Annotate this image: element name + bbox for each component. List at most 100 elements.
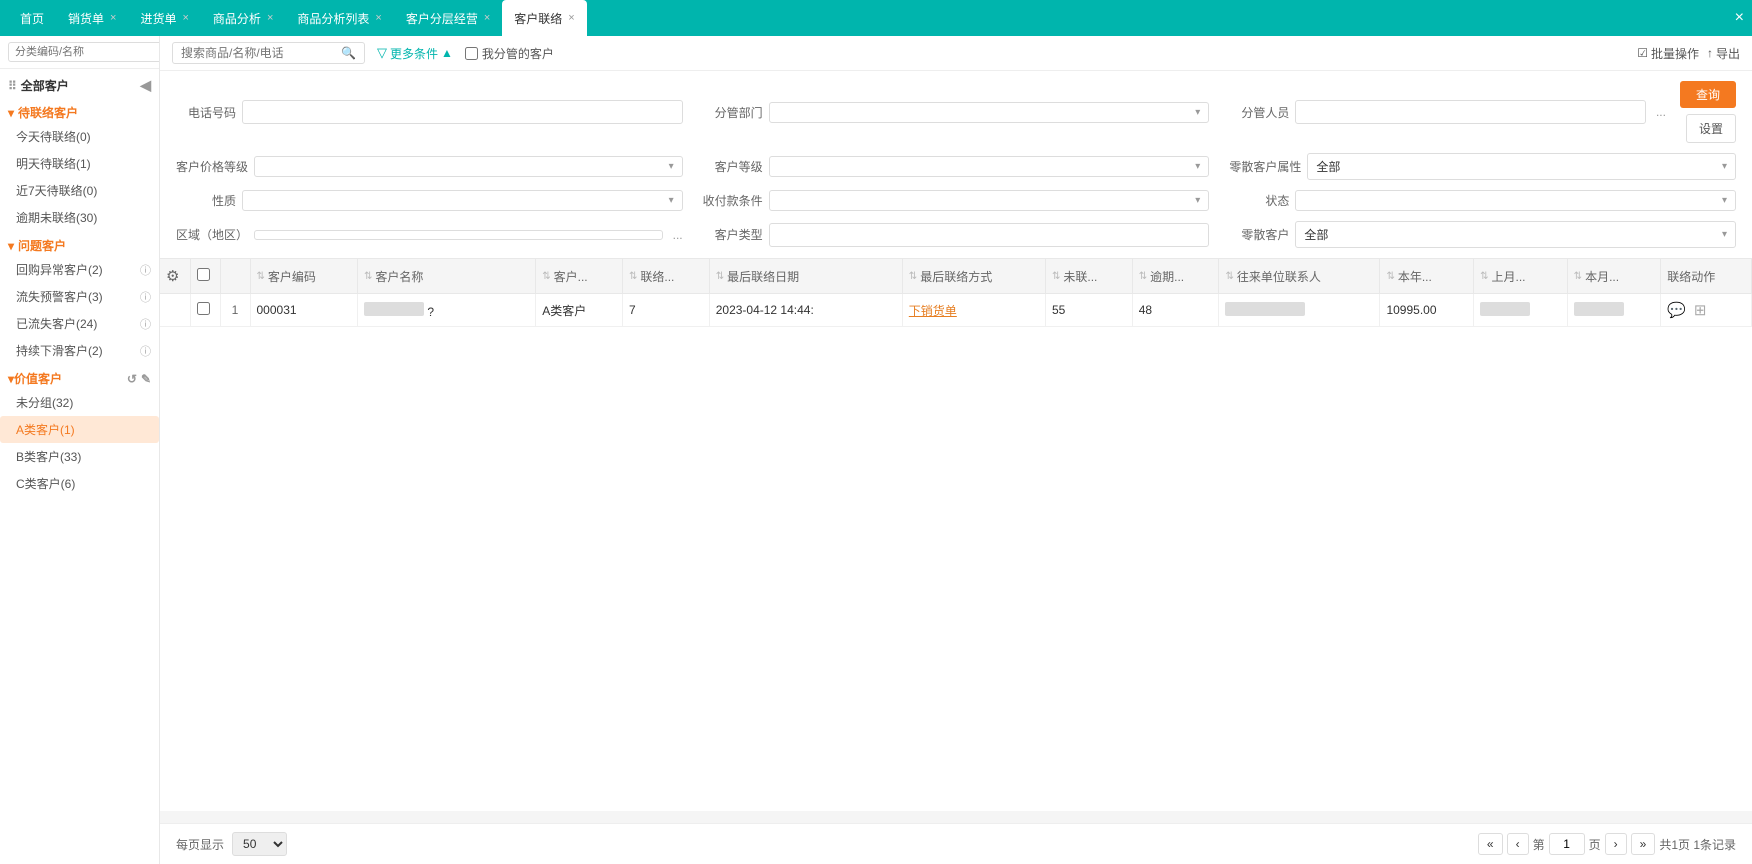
sidebar-item-churned[interactable]: 已流失客户(24) ⓘ: [0, 310, 159, 337]
close-sales-tab[interactable]: ×: [110, 12, 116, 24]
dept-select[interactable]: ▾: [769, 102, 1210, 123]
col-sort-icon9[interactable]: ⇅: [1225, 271, 1233, 282]
retail-select[interactable]: 全部 ▾: [1295, 221, 1736, 248]
page-input[interactable]: [1549, 833, 1585, 855]
batch-ops-button[interactable]: ☑ 批量操作: [1637, 45, 1699, 62]
table-settings-icon[interactable]: ⚙: [166, 268, 179, 285]
nav-product-analysis[interactable]: 商品分析 ×: [201, 0, 285, 36]
prev-page-button[interactable]: ‹: [1507, 833, 1529, 855]
last-method-link[interactable]: 下销货单: [909, 304, 957, 318]
close-customer-contact-tab[interactable]: ×: [568, 12, 574, 24]
status-select[interactable]: ▾: [1295, 190, 1736, 211]
my-customers-checkbox[interactable]: [465, 47, 478, 60]
query-button[interactable]: 查询: [1680, 81, 1736, 108]
region-dots-icon[interactable]: ...: [673, 228, 683, 242]
col-sort-icon10[interactable]: ⇅: [1386, 271, 1394, 282]
sidebar-item-ungrouped[interactable]: 未分组(32): [0, 389, 159, 416]
col-sort-icon8[interactable]: ⇅: [1139, 271, 1147, 282]
select-all-checkbox[interactable]: [197, 268, 210, 281]
chevron-down-icon7: ▾: [1722, 195, 1727, 206]
close-purchase-tab[interactable]: ×: [182, 12, 188, 24]
col-sort-icon6[interactable]: ⇅: [909, 271, 917, 282]
nav-customer-tier[interactable]: 客户分层经营 ×: [394, 0, 502, 36]
phone-input[interactable]: [242, 100, 683, 124]
chevron-up-icon: ▲: [441, 46, 453, 60]
td-last-date: 2023-04-12 14:44:: [709, 294, 902, 327]
close-product-analysis-tab[interactable]: ×: [267, 12, 273, 24]
region-select[interactable]: [254, 230, 663, 240]
sidebar-search-input[interactable]: [8, 42, 160, 62]
sidebar-item-today[interactable]: 今天待联络(0): [0, 123, 159, 150]
horizontal-scrollbar[interactable]: [160, 811, 1752, 823]
nav-product-analysis-list[interactable]: 商品分析列表 ×: [285, 0, 393, 36]
th-action: 联络动作: [1661, 259, 1752, 294]
first-page-button[interactable]: «: [1478, 833, 1503, 855]
nav-home[interactable]: 首页: [8, 0, 56, 36]
chat-action-icon[interactable]: 💬: [1667, 301, 1686, 319]
content-area: 🔍 ▽ 更多条件 ▲ 我分管的客户 ☑ 批量操作 ↑ 导出: [160, 36, 1752, 864]
close-customer-tier-tab[interactable]: ×: [484, 12, 490, 24]
td-gear: [160, 294, 190, 327]
sidebar-collapse-icon[interactable]: ◀: [140, 77, 151, 94]
sidebar-item-b-class[interactable]: B类客户(33): [0, 443, 159, 470]
person-dots-icon[interactable]: ...: [1656, 105, 1666, 119]
last-page-button[interactable]: »: [1631, 833, 1656, 855]
qr-action-icon[interactable]: ⊞: [1694, 301, 1707, 319]
info-icon: ⓘ: [140, 262, 151, 278]
td-index: 1: [220, 294, 250, 327]
col-sort-icon11[interactable]: ⇅: [1480, 271, 1488, 282]
sidebar-item-repurchase-anomaly[interactable]: 回购异常客户(2) ⓘ: [0, 256, 159, 283]
td-contact: 7: [622, 294, 709, 327]
search-box: 🔍: [172, 42, 365, 64]
price-grade-select[interactable]: ▾: [254, 156, 683, 177]
page-size-select[interactable]: 50 100 200: [232, 832, 287, 856]
sidebar-item-tomorrow[interactable]: 明天待联络(1): [0, 150, 159, 177]
sidebar-group-pending[interactable]: ▾ 待联络客户: [0, 98, 159, 123]
table-header-row: ⚙ ⇅客户编码 ⇅客户名称 ⇅客户...: [160, 259, 1752, 294]
filter-retail: 零散客户 全部 ▾: [1229, 221, 1736, 248]
col-sort-icon[interactable]: ⇅: [257, 271, 265, 282]
td-overdue: 48: [1132, 294, 1219, 327]
chevron-down-icon: ▾: [1195, 107, 1200, 118]
payment-select[interactable]: ▾: [769, 190, 1210, 211]
person-input[interactable]: [1295, 100, 1646, 124]
more-filter-button[interactable]: ▽ 更多条件 ▲: [377, 45, 453, 62]
main-search-icon[interactable]: 🔍: [341, 46, 356, 60]
customer-type-input[interactable]: [769, 223, 1210, 247]
row-checkbox[interactable]: [197, 302, 210, 315]
nav-customer-contact[interactable]: 客户联络 ×: [502, 0, 586, 36]
col-sort-icon12[interactable]: ⇅: [1574, 271, 1582, 282]
customer-grade-select[interactable]: ▾: [769, 156, 1210, 177]
nature-select[interactable]: ▾: [242, 190, 683, 211]
refresh-icon[interactable]: ↺: [127, 372, 137, 386]
col-sort-icon2[interactable]: ⇅: [364, 271, 372, 282]
col-sort-icon5[interactable]: ⇅: [716, 271, 724, 282]
next-page-button[interactable]: ›: [1605, 833, 1627, 855]
close-product-analysis-list-tab[interactable]: ×: [375, 12, 381, 24]
sidebar-item-c-class[interactable]: C类客户(6): [0, 470, 159, 497]
sidebar-item-7days[interactable]: 近7天待联络(0): [0, 177, 159, 204]
settings-button[interactable]: 设置: [1686, 114, 1736, 143]
filter-bar: 🔍 ▽ 更多条件 ▲ 我分管的客户 ☑ 批量操作 ↑ 导出: [160, 36, 1752, 71]
sidebar-item-declining[interactable]: 持续下滑客户(2) ⓘ: [0, 337, 159, 364]
window-close-button[interactable]: ×: [1735, 9, 1744, 27]
th-last-date: ⇅最后联络日期: [709, 259, 902, 294]
company-contact-blurred: [1225, 302, 1305, 316]
main-layout: 🔍 ⠿ 全部客户 ◀ ▾ 待联络客户 今天待联络(0) 明天待联络(1) 近7天…: [0, 36, 1752, 864]
advanced-filter-panel: 电话号码 分管部门 ▾ 分管人员 ... 查询 设置: [160, 71, 1752, 259]
sidebar-all-customers[interactable]: ⠿ 全部客户 ◀: [0, 69, 159, 98]
nav-purchase[interactable]: 进货单 ×: [128, 0, 200, 36]
edit-icon[interactable]: ✎: [141, 372, 151, 386]
col-sort-icon3[interactable]: ⇅: [542, 271, 550, 282]
col-sort-icon7[interactable]: ⇅: [1052, 271, 1060, 282]
nav-sales[interactable]: 销货单 ×: [56, 0, 128, 36]
sidebar-item-a-class[interactable]: A类客户(1): [0, 416, 159, 443]
sidebar-group-value[interactable]: ▾ 价值客户 ↺ ✎: [0, 364, 159, 389]
export-button[interactable]: ↑ 导出: [1707, 45, 1740, 62]
main-search-input[interactable]: [181, 46, 341, 60]
sidebar-item-overdue[interactable]: 逾期未联络(30): [0, 204, 159, 231]
sidebar-item-churn-warning[interactable]: 流失预警客户(3) ⓘ: [0, 283, 159, 310]
col-sort-icon4[interactable]: ⇅: [629, 271, 637, 282]
sidebar-group-problem[interactable]: ▾ 问题客户: [0, 231, 159, 256]
retail-attr-select[interactable]: 全部 ▾: [1307, 153, 1736, 180]
